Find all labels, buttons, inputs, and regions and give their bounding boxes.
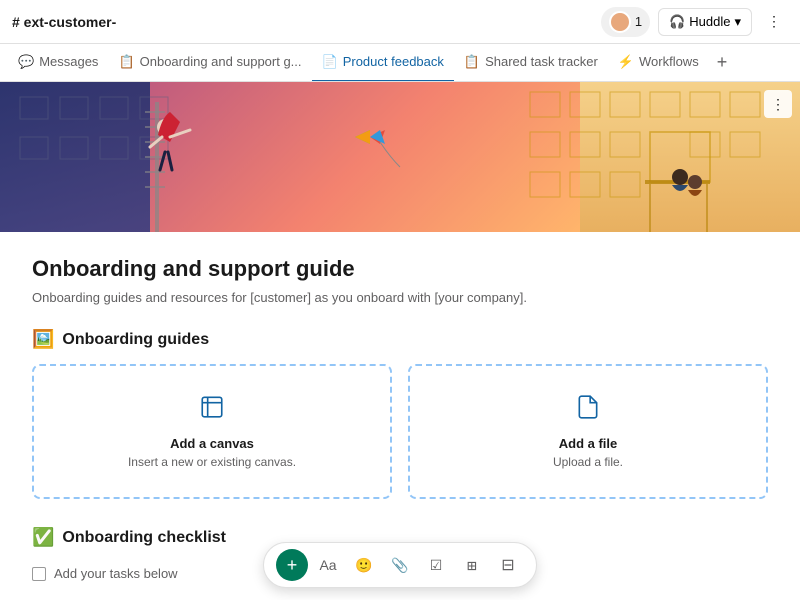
table-icon: ⊞ xyxy=(467,556,477,575)
attachment-button[interactable]: 📎 xyxy=(384,549,416,581)
onboarding-guides-header: 🖼️ Onboarding guides xyxy=(32,329,768,350)
add-file-card[interactable]: Add a file Upload a file. xyxy=(408,364,768,499)
layout-icon: ⊟ xyxy=(501,555,514,575)
table-button[interactable]: ⊞ xyxy=(456,549,488,581)
huddle-button[interactable]: 🎧 Huddle ▾ xyxy=(658,8,752,36)
tab-workflows-label: Workflows xyxy=(639,54,699,69)
text-format-button[interactable]: Aa xyxy=(312,549,344,581)
top-bar-right: 1 🎧 Huddle ▾ ⋮ xyxy=(601,7,788,37)
checklist-button[interactable]: ☑ xyxy=(420,549,452,581)
tab-onboarding-label: Onboarding and support g... xyxy=(140,54,302,69)
product-feedback-icon: 📄 xyxy=(322,54,338,70)
hero-more-options[interactable]: ⋮ xyxy=(764,90,792,118)
checklist-title: Onboarding checklist xyxy=(62,529,226,547)
emoji-icon: 🙂 xyxy=(355,557,372,574)
add-file-desc: Upload a file. xyxy=(553,455,623,469)
text-aa-icon: Aa xyxy=(319,557,336,573)
more-options-button[interactable]: ⋮ xyxy=(760,8,788,36)
layout-button[interactable]: ⊟ xyxy=(492,549,524,581)
top-bar: # ext-customer- 1 🎧 Huddle ▾ ⋮ xyxy=(0,0,800,44)
workspace-name: # ext-customer- xyxy=(12,14,116,30)
messages-icon: 💬 xyxy=(18,54,34,70)
tab-shared-task-label: Shared task tracker xyxy=(485,54,598,69)
add-canvas-title: Add a canvas xyxy=(170,436,254,451)
add-canvas-desc: Insert a new or existing canvas. xyxy=(128,455,296,469)
onboarding-icon: 📋 xyxy=(118,54,134,70)
add-task-placeholder: Add your tasks below xyxy=(54,566,178,581)
ellipsis-icon: ⋮ xyxy=(771,96,785,113)
tab-onboarding[interactable]: 📋 Onboarding and support g... xyxy=(108,44,311,82)
huddle-label: Huddle xyxy=(689,14,730,29)
tab-product-feedback[interactable]: 📄 Product feedback xyxy=(312,44,454,82)
checkbox-icon: ☑ xyxy=(430,557,443,574)
plus-icon: + xyxy=(287,555,298,576)
add-tab-button[interactable]: + xyxy=(709,52,736,73)
page-description: Onboarding guides and resources for [cus… xyxy=(32,290,768,305)
canvas-icon xyxy=(199,394,225,426)
add-canvas-card[interactable]: Add a canvas Insert a new or existing ca… xyxy=(32,364,392,499)
tabs-bar: 💬 Messages 📋 Onboarding and support g...… xyxy=(0,44,800,82)
add-content-button[interactable]: + xyxy=(276,549,308,581)
emoji-button[interactable]: 🙂 xyxy=(348,549,380,581)
checklist-emoji: ✅ xyxy=(32,527,54,548)
file-icon xyxy=(575,394,601,426)
tab-product-feedback-label: Product feedback xyxy=(343,54,444,69)
member-count: 1 xyxy=(635,14,642,29)
headphones-icon: 🎧 xyxy=(669,14,685,30)
shared-task-icon: 📋 xyxy=(464,54,480,70)
workflows-icon: ⚡ xyxy=(618,54,634,70)
tab-messages[interactable]: 💬 Messages xyxy=(8,44,108,82)
tab-shared-task-tracker[interactable]: 📋 Shared task tracker xyxy=(454,44,608,82)
onboarding-guides-emoji: 🖼️ xyxy=(32,329,54,350)
page-title: Onboarding and support guide xyxy=(32,256,768,282)
checkbox-empty xyxy=(32,567,46,581)
ellipsis-icon: ⋮ xyxy=(767,13,781,30)
avatar xyxy=(609,11,631,33)
hero-image: ⋮ xyxy=(0,82,800,232)
paperclip-icon: 📎 xyxy=(391,557,408,574)
tab-messages-label: Messages xyxy=(39,54,98,69)
chevron-down-icon: ▾ xyxy=(734,14,741,30)
cards-row: Add a canvas Insert a new or existing ca… xyxy=(32,364,768,499)
add-file-title: Add a file xyxy=(559,436,618,451)
onboarding-guides-title: Onboarding guides xyxy=(62,331,209,349)
avatar-count[interactable]: 1 xyxy=(601,7,650,37)
tab-workflows[interactable]: ⚡ Workflows xyxy=(608,44,709,82)
bottom-toolbar: + Aa 🙂 📎 ☑ ⊞ ⊟ xyxy=(263,542,537,588)
hero-svg xyxy=(0,82,800,232)
